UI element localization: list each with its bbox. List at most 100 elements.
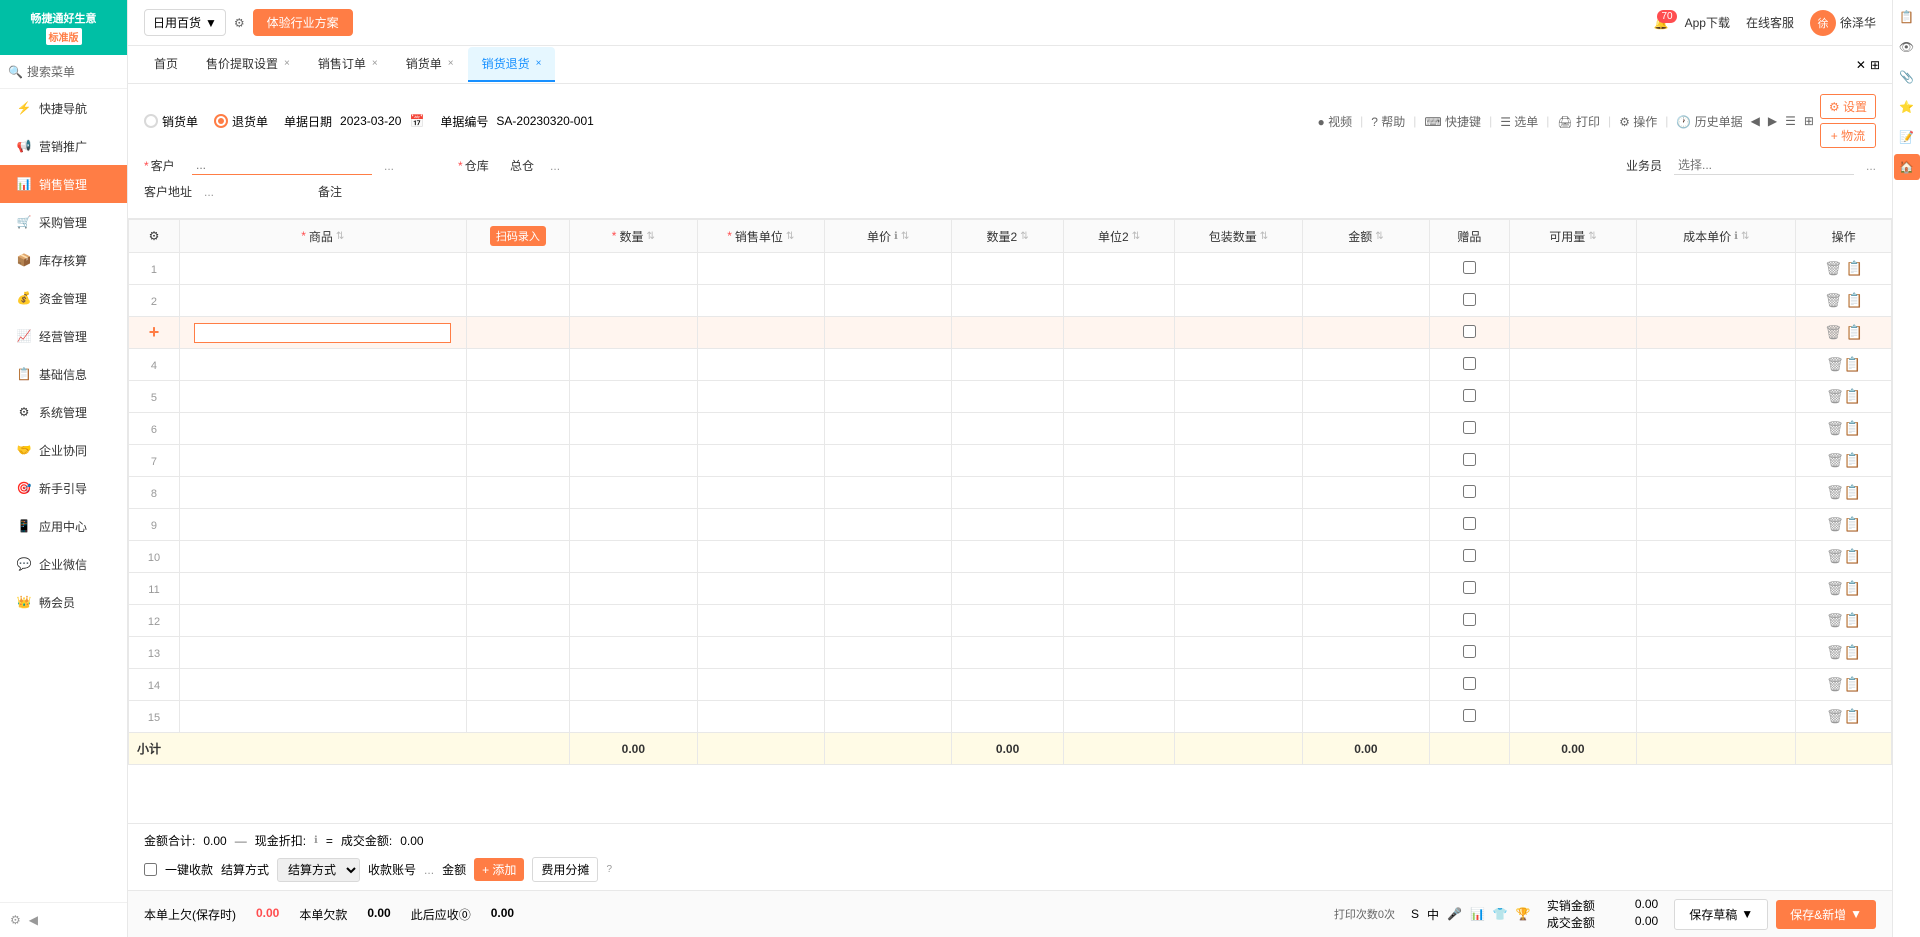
copy-active-btn[interactable]: 📋 bbox=[1846, 324, 1863, 341]
copy-row-btn[interactable]: 📋 bbox=[1844, 580, 1861, 597]
sidebar-item-basic[interactable]: 📋 基础信息 bbox=[0, 355, 127, 393]
delete-row-btn[interactable]: 🗑 bbox=[1826, 676, 1844, 693]
add-row-btn[interactable]: + bbox=[149, 322, 160, 343]
unit-sort-icon[interactable]: ⇅ bbox=[786, 231, 794, 242]
copy-row-btn[interactable]: 📋 bbox=[1844, 548, 1861, 565]
qty-cell[interactable] bbox=[570, 285, 697, 317]
sidebar-item-quick-nav[interactable]: ⚡ 快捷导航 bbox=[0, 89, 127, 127]
search-menu[interactable]: 🔍 搜索菜单 bbox=[0, 55, 127, 89]
prev-icon[interactable]: ◀ bbox=[1751, 114, 1760, 128]
qty-sort-icon[interactable]: ⇅ bbox=[646, 231, 654, 242]
copy-row-btn[interactable]: 📋 bbox=[1844, 452, 1861, 469]
price-cell[interactable] bbox=[824, 285, 951, 317]
sidebar-item-sales[interactable]: 📊 销售管理 bbox=[0, 165, 127, 203]
tab-sale-return-close[interactable]: × bbox=[536, 58, 542, 69]
delete-row-btn[interactable]: 🗑 bbox=[1826, 420, 1844, 437]
qty-cell[interactable] bbox=[570, 253, 697, 285]
delete-row-btn[interactable]: 🗑 bbox=[1826, 452, 1844, 469]
sidebar-item-inventory[interactable]: 📦 库存核算 bbox=[0, 241, 127, 279]
toolbar-icon-1[interactable]: S bbox=[1411, 907, 1419, 921]
right-icon-4[interactable]: ⭐ bbox=[1894, 94, 1920, 120]
tab-sale-return[interactable]: 销货退货 × bbox=[468, 47, 556, 82]
topbar-gear-icon[interactable]: ⚙ bbox=[234, 16, 245, 30]
sidebar-item-operation[interactable]: 📈 经营管理 bbox=[0, 317, 127, 355]
delete-row-btn[interactable]: 🗑 bbox=[1826, 708, 1844, 725]
gift-checkbox[interactable] bbox=[1463, 389, 1476, 402]
salesperson-dots[interactable]: ... bbox=[1866, 159, 1876, 173]
radio-return[interactable]: 退货单 bbox=[214, 113, 268, 130]
product-cell[interactable] bbox=[179, 253, 466, 285]
radio-sale[interactable]: 销货单 bbox=[144, 113, 198, 130]
action-operation[interactable]: ⚙ 操作 bbox=[1619, 113, 1657, 130]
collapse-arrow-icon[interactable]: ◀ bbox=[29, 913, 38, 927]
copy-row-btn[interactable]: 📋 bbox=[1846, 292, 1863, 309]
list-view-icon[interactable]: ☰ bbox=[1785, 114, 1796, 128]
pack-qty-cell[interactable] bbox=[1175, 317, 1302, 349]
qty2-cell[interactable] bbox=[952, 253, 1063, 285]
action-shortcut[interactable]: ⌨ 快捷键 bbox=[1424, 113, 1481, 130]
price-cell[interactable] bbox=[824, 317, 951, 349]
gift-checkbox[interactable] bbox=[1463, 485, 1476, 498]
price-info-icon[interactable]: ℹ bbox=[894, 231, 898, 242]
pack-qty-cell[interactable] bbox=[1175, 253, 1302, 285]
salesperson-input[interactable] bbox=[1674, 156, 1854, 175]
right-icon-3[interactable]: 📎 bbox=[1894, 64, 1920, 90]
amount-cell[interactable] bbox=[1302, 317, 1429, 349]
pack-qty-cell[interactable] bbox=[1175, 285, 1302, 317]
trial-btn[interactable]: 体验行业方案 bbox=[253, 9, 353, 36]
copy-row-btn[interactable]: 📋 bbox=[1844, 388, 1861, 405]
delete-row-btn[interactable]: 🗑 bbox=[1826, 516, 1844, 533]
account-dots[interactable]: ... bbox=[424, 863, 434, 877]
delete-row-btn[interactable]: 🗑 bbox=[1826, 356, 1844, 373]
customer-input[interactable] bbox=[192, 156, 372, 175]
gift-checkbox[interactable] bbox=[1463, 261, 1476, 274]
amount-sort-icon[interactable]: ⇅ bbox=[1375, 231, 1383, 242]
qty-cell[interactable] bbox=[570, 317, 697, 349]
toolbar-icon-4[interactable]: 📊 bbox=[1470, 907, 1485, 921]
delete-row-btn[interactable]: 🗑 bbox=[1826, 580, 1844, 597]
gear-icon[interactable]: ⚙ bbox=[149, 229, 160, 243]
delete-row-btn[interactable]: 🗑 bbox=[1824, 260, 1842, 277]
cost-info-icon[interactable]: ℹ bbox=[1734, 231, 1738, 242]
product-input[interactable] bbox=[194, 323, 451, 343]
unit2-cell[interactable] bbox=[1063, 317, 1174, 349]
action-select[interactable]: ☰ 选单 bbox=[1500, 113, 1538, 130]
copy-row-btn[interactable]: 📋 bbox=[1844, 420, 1861, 437]
gift-checkbox-active[interactable] bbox=[1463, 325, 1476, 338]
sidebar-item-marketing[interactable]: 📢 营销推广 bbox=[0, 127, 127, 165]
right-icon-6[interactable]: 🏠 bbox=[1894, 154, 1920, 180]
next-icon[interactable]: ▶ bbox=[1768, 114, 1777, 128]
notification-bell[interactable]: 🔔 70 bbox=[1654, 16, 1669, 30]
unit2-cell[interactable] bbox=[1063, 285, 1174, 317]
gift-checkbox[interactable] bbox=[1463, 709, 1476, 722]
price-cell[interactable] bbox=[824, 253, 951, 285]
product-cell-active[interactable] bbox=[179, 317, 466, 349]
right-icon-1[interactable]: 📋 bbox=[1894, 4, 1920, 30]
gift-checkbox[interactable] bbox=[1463, 453, 1476, 466]
warehouse-dots[interactable]: ... bbox=[550, 159, 560, 173]
action-print[interactable]: 🖨 打印 bbox=[1557, 113, 1600, 130]
right-icon-2[interactable]: 👁 bbox=[1894, 34, 1920, 60]
available-sort-icon[interactable]: ⇅ bbox=[1588, 231, 1596, 242]
tab-sale-order[interactable]: 销售订单 × bbox=[304, 47, 392, 82]
tab-sale-price[interactable]: 售价提取设置 × bbox=[192, 47, 304, 82]
unit2-sort-icon[interactable]: ⇅ bbox=[1132, 231, 1140, 242]
unit2-cell[interactable] bbox=[1063, 253, 1174, 285]
customer-dots[interactable]: ... bbox=[384, 159, 394, 173]
toolbar-icon-2[interactable]: 中 bbox=[1427, 906, 1439, 923]
delete-row-btn[interactable]: 🗑 bbox=[1826, 644, 1844, 661]
action-help[interactable]: ? 帮助 bbox=[1371, 113, 1405, 130]
delete-row-btn[interactable]: 🗑 bbox=[1826, 484, 1844, 501]
copy-row-btn[interactable]: 📋 bbox=[1844, 708, 1861, 725]
add-fee-btn[interactable]: + 添加 bbox=[474, 858, 524, 881]
qty2-sort-icon[interactable]: ⇅ bbox=[1020, 231, 1028, 242]
settings-btn[interactable]: ⚙ 设置 bbox=[1820, 94, 1876, 119]
delete-active-btn[interactable]: 🗑 bbox=[1824, 324, 1842, 341]
sort-icon[interactable]: ⇅ bbox=[336, 231, 344, 242]
copy-row-btn[interactable]: 📋 bbox=[1844, 516, 1861, 533]
toolbar-icon-3[interactable]: 🎤 bbox=[1447, 907, 1462, 921]
gift-checkbox[interactable] bbox=[1463, 549, 1476, 562]
gift-checkbox[interactable] bbox=[1463, 677, 1476, 690]
unit-cell[interactable] bbox=[697, 285, 824, 317]
calendar-icon[interactable]: 📅 bbox=[409, 114, 424, 128]
